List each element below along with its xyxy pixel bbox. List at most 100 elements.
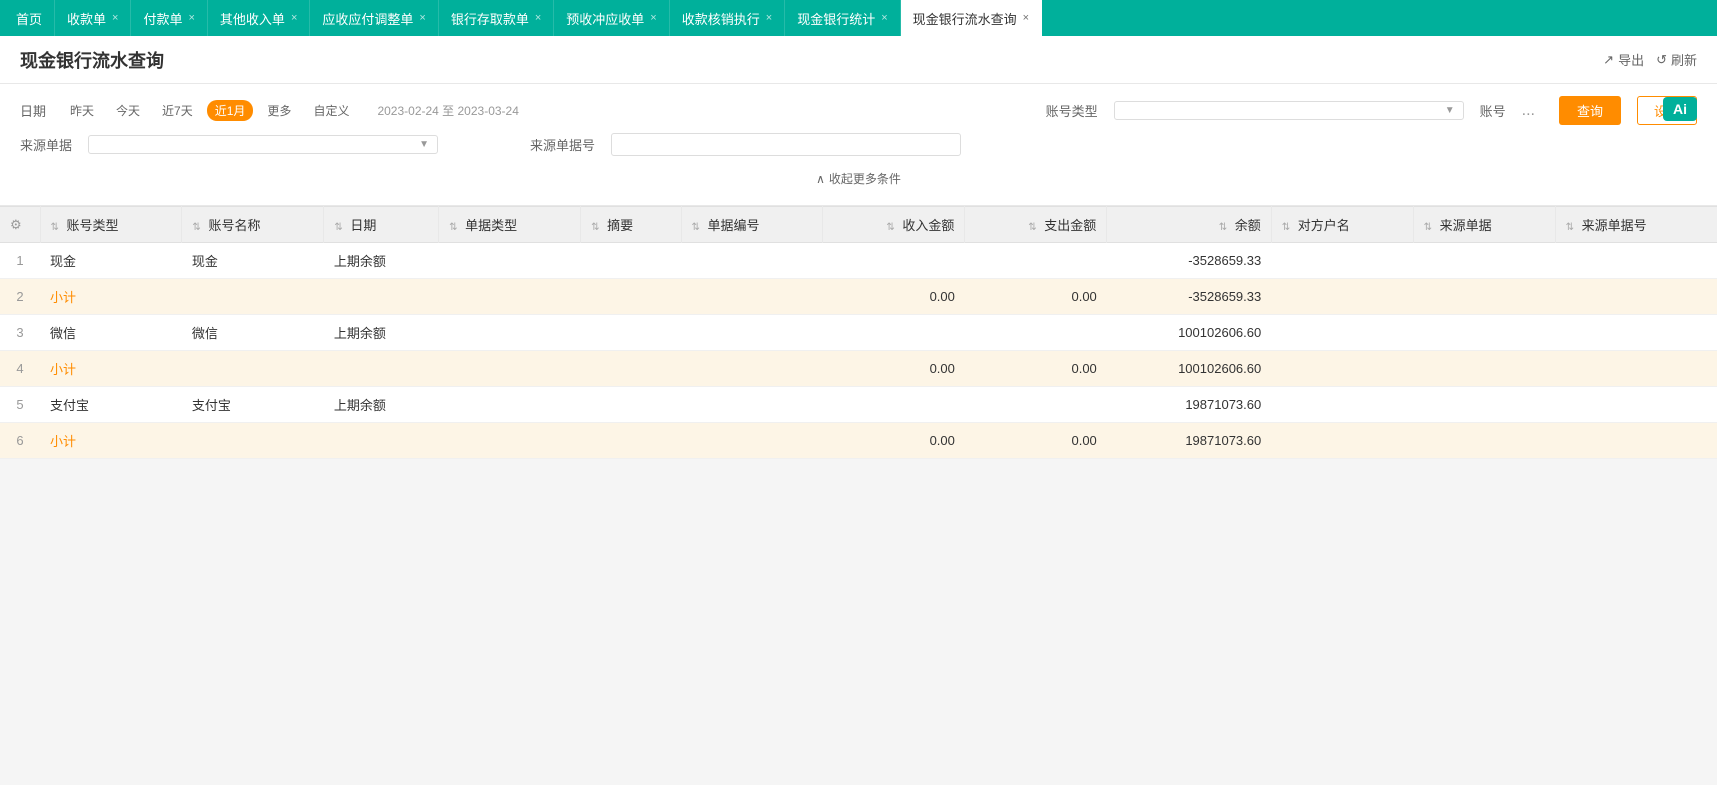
chevron-down-icon: ▼: [1445, 105, 1455, 116]
account-dots-button[interactable]: ...: [1522, 102, 1535, 120]
nav-other-income[interactable]: 其他收入单 ×: [208, 0, 310, 36]
nav-collection[interactable]: 收款核销执行 ×: [670, 0, 785, 36]
close-icon[interactable]: ×: [535, 12, 541, 24]
nav-payment[interactable]: 付款单 ×: [131, 0, 207, 36]
summary-cell: [581, 279, 681, 315]
nav-adjustment[interactable]: 应收应付调整单 ×: [310, 0, 438, 36]
nav-prepaid[interactable]: 预收冲应收单 ×: [554, 0, 669, 36]
date-label: 日期: [20, 101, 46, 120]
ai-assistant-button[interactable]: Ai: [1663, 97, 1697, 121]
source-doc-label: 来源单据: [20, 135, 72, 154]
close-icon[interactable]: ×: [1023, 12, 1029, 24]
sort-icon[interactable]: ⇅: [1028, 222, 1036, 233]
account-label: 账号: [1480, 101, 1506, 120]
counterparty-cell: [1271, 351, 1413, 387]
close-icon[interactable]: ×: [419, 12, 425, 24]
summary-cell: [581, 243, 681, 279]
source-doc-no-cell: [1555, 243, 1717, 279]
balance-cell: -3528659.33: [1107, 279, 1271, 315]
col-doc-type: ⇅ 单据类型: [439, 207, 581, 243]
date-yesterday[interactable]: 昨天: [62, 100, 102, 121]
balance-cell: 100102606.60: [1107, 351, 1271, 387]
sort-icon[interactable]: ⇅: [1424, 222, 1432, 233]
doc-type-cell: [439, 351, 581, 387]
page-title: 现金银行流水查询: [20, 47, 164, 73]
sort-icon[interactable]: ⇅: [886, 222, 894, 233]
date-custom[interactable]: 自定义: [305, 100, 357, 121]
source-doc-cell: [1413, 351, 1555, 387]
summary-cell: [581, 315, 681, 351]
date-cell: 上期余额: [324, 315, 439, 351]
doc-no-cell: [681, 351, 823, 387]
nav-bank-deposit[interactable]: 银行存取款单 ×: [439, 0, 554, 36]
close-icon[interactable]: ×: [766, 12, 772, 24]
sort-icon[interactable]: ⇅: [1566, 222, 1574, 233]
nav-home[interactable]: 首页: [4, 0, 55, 36]
nav-cash-stats[interactable]: 现金银行统计 ×: [785, 0, 900, 36]
source-doc-no-cell: [1555, 315, 1717, 351]
sort-icon[interactable]: ⇅: [692, 222, 700, 233]
account-type-label: 账号类型: [1046, 101, 1098, 120]
query-button[interactable]: 查询: [1559, 96, 1621, 125]
table-row: 6小计0.000.0019871073.60: [0, 423, 1717, 459]
date-today[interactable]: 今天: [108, 100, 148, 121]
top-nav: 首页 收款单 × 付款单 × 其他收入单 × 应收应付调整单 × 银行存取款单 …: [0, 0, 1717, 36]
source-doc-no-cell: [1555, 423, 1717, 459]
sort-icon[interactable]: ⇅: [51, 222, 59, 233]
date-more[interactable]: 更多: [259, 100, 299, 121]
table-header-row: ⚙ ⇅ 账号类型 ⇅ 账号名称 ⇅ 日期 ⇅ 单据类型: [0, 207, 1717, 243]
doc-type-cell: [439, 315, 581, 351]
doc-type-cell: [439, 243, 581, 279]
doc-no-cell: [681, 387, 823, 423]
collapse-bar[interactable]: ∧ 收起更多条件: [20, 164, 1697, 193]
source-doc-no-cell: [1555, 387, 1717, 423]
refresh-icon: ↺: [1656, 52, 1667, 68]
source-doc-select[interactable]: ▼: [88, 135, 438, 154]
account-name-cell: [182, 423, 324, 459]
col-source-doc: ⇅ 来源单据: [1413, 207, 1555, 243]
account-type-select[interactable]: ▼: [1114, 101, 1464, 120]
sort-icon[interactable]: ⇅: [334, 222, 342, 233]
account-type-cell: 微信: [40, 315, 182, 351]
expense-cell: [965, 243, 1107, 279]
income-cell: 0.00: [823, 423, 965, 459]
sort-icon[interactable]: ⇅: [192, 222, 200, 233]
col-date: ⇅ 日期: [324, 207, 439, 243]
sort-icon[interactable]: ⇅: [1282, 222, 1290, 233]
nav-receipt[interactable]: 收款单 ×: [55, 0, 131, 36]
close-icon[interactable]: ×: [881, 12, 887, 24]
date-1month[interactable]: 近1月: [207, 100, 254, 121]
col-summary: ⇅ 摘要: [581, 207, 681, 243]
account-name-cell: 微信: [182, 315, 324, 351]
doc-no-cell: [681, 243, 823, 279]
expense-cell: 0.00: [965, 423, 1107, 459]
summary-cell: [581, 423, 681, 459]
source-doc-cell: [1413, 387, 1555, 423]
account-name-cell: [182, 279, 324, 315]
row-number: 6: [0, 423, 40, 459]
column-settings-icon[interactable]: ⚙: [10, 217, 22, 232]
export-button[interactable]: ↗ 导出: [1603, 50, 1644, 69]
close-icon[interactable]: ×: [112, 12, 118, 24]
row-number: 4: [0, 351, 40, 387]
sort-icon[interactable]: ⇅: [449, 222, 457, 233]
close-icon[interactable]: ×: [291, 12, 297, 24]
counterparty-cell: [1271, 387, 1413, 423]
sort-icon[interactable]: ⇅: [1219, 222, 1227, 233]
date-7days[interactable]: 近7天: [154, 100, 201, 121]
close-icon[interactable]: ×: [188, 12, 194, 24]
source-doc-num-input[interactable]: [611, 133, 961, 156]
sort-icon[interactable]: ⇅: [591, 222, 599, 233]
table-row: 3微信微信上期余额100102606.60: [0, 315, 1717, 351]
close-icon[interactable]: ×: [650, 12, 656, 24]
balance-cell: 100102606.60: [1107, 315, 1271, 351]
col-income: ⇅ 收入金额: [823, 207, 965, 243]
expense-cell: 0.00: [965, 279, 1107, 315]
refresh-button[interactable]: ↺ 刷新: [1656, 50, 1697, 69]
table-row: 2小计0.000.00-3528659.33: [0, 279, 1717, 315]
date-cell: 上期余额: [324, 387, 439, 423]
source-doc-cell: [1413, 423, 1555, 459]
balance-cell: 19871073.60: [1107, 387, 1271, 423]
source-doc-cell: [1413, 279, 1555, 315]
nav-cash-flow[interactable]: 现金银行流水查询 ×: [901, 0, 1042, 36]
